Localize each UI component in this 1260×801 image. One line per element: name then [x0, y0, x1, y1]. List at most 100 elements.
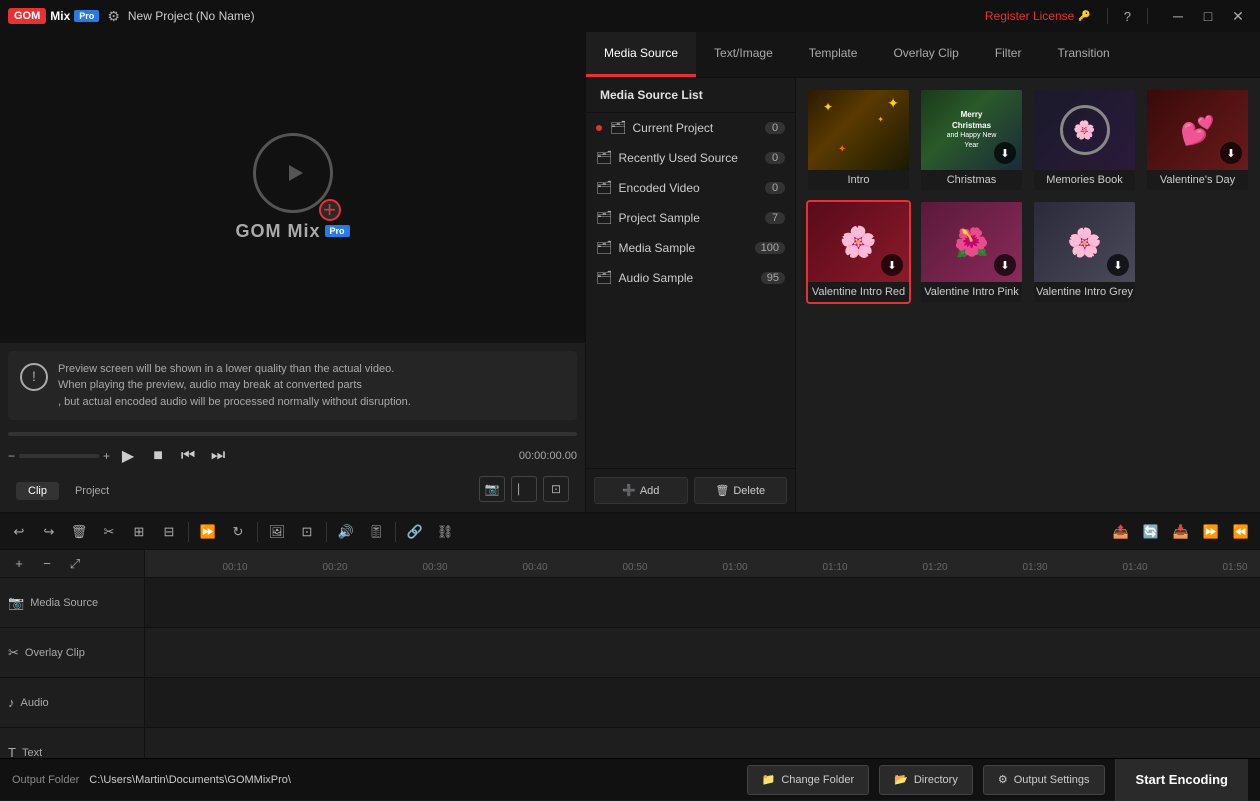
help-icon[interactable]: ?	[1124, 9, 1131, 24]
volume-minus-icon[interactable]: −	[8, 449, 15, 463]
overlay-link-button[interactable]: 🔗	[402, 519, 428, 545]
fit-zoom-button[interactable]: ⤢	[64, 553, 86, 575]
overlay-unlink-button[interactable]: ⛓	[432, 519, 458, 545]
stop-button[interactable]: ■	[146, 444, 170, 468]
directory-button[interactable]: 📂 Directory	[879, 765, 973, 795]
import-button[interactable]: 📥	[1168, 519, 1194, 545]
source-item-audio-sample[interactable]: 🗂 Audio Sample 95	[586, 263, 795, 293]
template-memories-book[interactable]: 🌸 Memories Book	[1032, 88, 1137, 192]
track-row-overlay-clip[interactable]	[145, 628, 1260, 678]
change-folder-button[interactable]: 📁 Change Folder	[747, 765, 869, 795]
rotate-button[interactable]: ↻	[225, 519, 251, 545]
track-row-text[interactable]	[145, 728, 1260, 758]
source-item-current-project[interactable]: 🗂 Current Project 0	[586, 113, 795, 143]
speed-button[interactable]: ⏩	[195, 519, 221, 545]
redo-button[interactable]: ↪	[36, 519, 62, 545]
add-button[interactable]: ➕ Add	[594, 477, 688, 504]
template-valentine-intro-red[interactable]: 🌸 ⬇ Valentine Intro Red	[806, 200, 911, 304]
template-valentine-intro-pink[interactable]: 🌺 ⬇ Valentine Intro Pink	[919, 200, 1024, 304]
tab-transition[interactable]: Transition	[1039, 32, 1127, 77]
next-frame-button[interactable]: ⏭	[206, 444, 230, 468]
settings-icon[interactable]: ⚙	[107, 8, 120, 25]
preview-brand-row: GOM Mix Pro	[235, 221, 349, 242]
val-pink-download-btn[interactable]: ⬇	[994, 254, 1016, 276]
source-item-encoded-video[interactable]: 🗂 Encoded Video 0	[586, 173, 795, 203]
image-insert-button[interactable]: 🖼	[264, 519, 290, 545]
ruler-mark-0140: 01:40	[1122, 562, 1147, 573]
audio-mix-button[interactable]: 🎚	[363, 519, 389, 545]
group-button[interactable]: ⊞	[126, 519, 152, 545]
ungroup-button[interactable]: ⊟	[156, 519, 182, 545]
maximize-button[interactable]: □	[1194, 2, 1222, 30]
preview-tabs: Clip Project	[8, 480, 129, 502]
template-intro[interactable]: ✦ ✦ ✦ ✦ Intro	[806, 88, 911, 192]
output-folder-label: Output Folder	[12, 774, 79, 786]
delete-toolbar-button[interactable]: 🗑	[66, 519, 92, 545]
audio-button[interactable]: 🔊	[333, 519, 359, 545]
trim-button[interactable]: ⊡	[543, 476, 569, 502]
template-christmas[interactable]: Merry Christmas and Happy New Year ⬇ Chr…	[919, 88, 1024, 192]
start-encoding-button[interactable]: Start Encoding	[1115, 759, 1248, 801]
source-item-project-sample[interactable]: 🗂 Project Sample 7	[586, 203, 795, 233]
timeline-tracks[interactable]: 00:10 00:20 00:30 00:40 00:50 01:00 01:1…	[145, 550, 1260, 758]
timeline-zoom-controls: + − ⤢	[0, 550, 144, 578]
backward-button[interactable]: ⏪	[1228, 519, 1254, 545]
tab-template[interactable]: Template	[791, 32, 876, 77]
tab-media-source[interactable]: Media Source	[586, 32, 696, 77]
zoom-out-button[interactable]: −	[36, 553, 58, 575]
export-button[interactable]: 📤	[1108, 519, 1134, 545]
prev-frame-button[interactable]: ⏮	[176, 444, 200, 468]
screenshot-button[interactable]: 📷	[479, 476, 505, 502]
delete-button[interactable]: 🗑 Delete	[694, 477, 788, 504]
undo-button[interactable]: ↩	[6, 519, 32, 545]
split-clip-button[interactable]: ⎸	[511, 476, 537, 502]
valentines-day-download-btn[interactable]: ⬇	[1220, 142, 1242, 164]
tab-project[interactable]: Project	[63, 482, 121, 500]
close-button[interactable]: ✕	[1224, 2, 1252, 30]
play-button[interactable]: ▶	[116, 444, 140, 468]
source-label-recently-used: Recently Used Source	[619, 151, 759, 165]
preview-seekbar[interactable]	[8, 432, 577, 436]
zoom-in-button[interactable]: +	[8, 553, 30, 575]
tab-filter[interactable]: Filter	[977, 32, 1040, 77]
directory-icon: 📂	[894, 773, 908, 786]
volume-bar[interactable]	[19, 454, 99, 458]
register-license-link[interactable]: Register License 🔑	[985, 9, 1091, 23]
source-label-audio-sample: Audio Sample	[619, 271, 755, 285]
audio-track-icon: ♪	[8, 695, 15, 710]
image-crop-button[interactable]: ⊡	[294, 519, 320, 545]
sparkle-4: ✦	[887, 95, 899, 112]
loop-button[interactable]: 🔄	[1138, 519, 1164, 545]
folder-icon-project-sample: 🗂	[596, 210, 613, 226]
template-valentine-intro-grey[interactable]: 🌸 ⬇ Valentine Intro Grey	[1032, 200, 1137, 304]
output-settings-button[interactable]: ⚙ Output Settings	[983, 765, 1105, 795]
folder-icon-media-sample: 🗂	[596, 240, 613, 256]
source-item-media-sample[interactable]: 🗂 Media Sample 100	[586, 233, 795, 263]
volume-plus-icon[interactable]: +	[103, 449, 110, 463]
tab-text-image[interactable]: Text/Image	[696, 32, 791, 77]
track-label-audio: ♪ Audio	[0, 678, 144, 728]
titlebar: GOM Mix Pro ⚙ New Project (No Name) Regi…	[0, 0, 1260, 32]
source-item-recently-used[interactable]: 🗂 Recently Used Source 0	[586, 143, 795, 173]
template-valentines-day[interactable]: 💕 ⬇ Valentine's Day	[1145, 88, 1250, 192]
track-row-audio[interactable]	[145, 678, 1260, 728]
toolbar-row: ↩ ↪ 🗑 ✂ ⊞ ⊟ ⏩ ↻ 🖼 ⊡ 🔊 🎚 🔗 ⛓ 📤 🔄 📥 ⏩ ⏪	[0, 514, 1260, 550]
val-red-download-btn[interactable]: ⬇	[881, 254, 903, 276]
minimize-button[interactable]: ─	[1164, 2, 1192, 30]
preview-bottom-row: Clip Project 📷 ⎸ ⊡	[0, 472, 585, 512]
christmas-download-btn[interactable]: ⬇	[994, 142, 1016, 164]
tab-overlay-clip[interactable]: Overlay Clip	[875, 32, 976, 77]
toolbar-sep-3	[326, 522, 327, 542]
preview-icon-buttons: 📷 ⎸ ⊡	[471, 474, 577, 508]
track-row-media-source[interactable]	[145, 578, 1260, 628]
ruler-mark-0110: 01:10	[822, 562, 847, 573]
split-toolbar-button[interactable]: ✂	[96, 519, 122, 545]
folder-icon-current: 🗂	[610, 120, 627, 136]
forward-button[interactable]: ⏩	[1198, 519, 1224, 545]
christmas-text: Merry Christmas and Happy New Year	[946, 109, 997, 151]
tab-clip[interactable]: Clip	[16, 482, 59, 500]
valentine-heart-icon: 💕	[1180, 114, 1215, 147]
media-source-track-label: Media Source	[30, 597, 98, 609]
sparkle-2: ✦	[877, 115, 884, 124]
val-grey-download-btn[interactable]: ⬇	[1107, 254, 1129, 276]
